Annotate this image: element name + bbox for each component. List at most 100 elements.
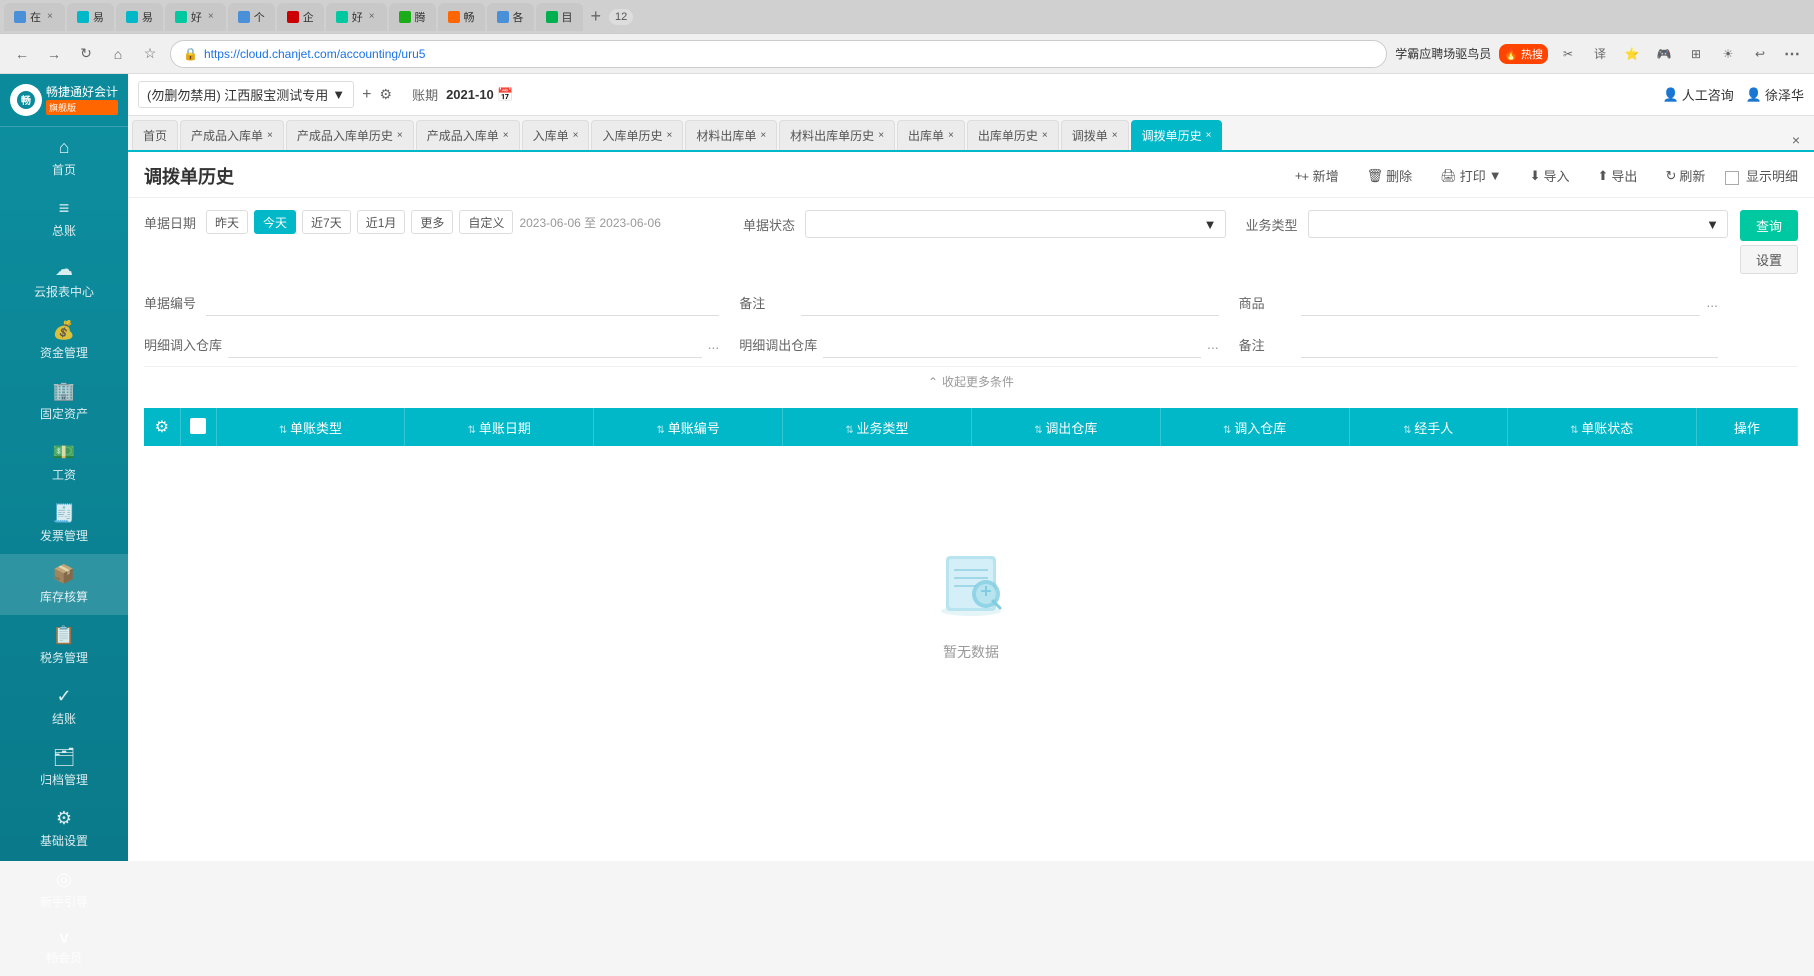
- browser-tab-10[interactable]: 各: [487, 3, 534, 31]
- support-button[interactable]: 👤 人工咨询: [1663, 85, 1734, 104]
- tab-close-icon[interactable]: ×: [367, 10, 377, 23]
- date-btn-more[interactable]: 更多: [411, 210, 453, 234]
- tab-transfer-history[interactable]: 调拨单历史 ×: [1131, 120, 1223, 150]
- add-company-icon[interactable]: +: [362, 86, 371, 104]
- undo-icon[interactable]: ↩: [1748, 42, 1772, 66]
- tab-close-icon[interactable]: ×: [666, 130, 672, 141]
- detail-in-dots-btn[interactable]: ...: [708, 336, 720, 352]
- browser-tab-1[interactable]: 在 ×: [4, 3, 65, 31]
- sidebar-item-tax[interactable]: 📋 税务管理: [0, 615, 128, 676]
- calendar-icon[interactable]: 📅: [497, 87, 513, 102]
- select-all-checkbox[interactable]: [190, 418, 206, 434]
- address-bar[interactable]: 🔒 https://cloud.chanjet.com/accounting/u…: [170, 40, 1387, 68]
- print-dropdown-icon[interactable]: ▼: [1489, 168, 1502, 183]
- tab-inventory-in-2[interactable]: 产成品入库单 ×: [416, 120, 520, 150]
- tab-close-icon[interactable]: ×: [1206, 130, 1212, 141]
- new-tab-icon[interactable]: +: [585, 6, 608, 27]
- detail-in-input[interactable]: [228, 330, 702, 358]
- sidebar-item-invoice[interactable]: 🧾 发票管理: [0, 493, 128, 554]
- tab-close-icon[interactable]: ×: [948, 130, 954, 141]
- setting-button[interactable]: 设置: [1740, 245, 1798, 274]
- th-checkbox[interactable]: [180, 408, 216, 446]
- date-btn-yesterday[interactable]: 昨天: [206, 210, 248, 234]
- th-business-type[interactable]: ⇅ 业务类型: [783, 408, 972, 446]
- th-settings[interactable]: ⚙: [144, 408, 180, 446]
- date-btn-1month[interactable]: 近1月: [357, 210, 406, 234]
- goods-dots-btn[interactable]: ...: [1706, 294, 1718, 310]
- tab-close-icon[interactable]: ×: [267, 130, 273, 141]
- tab-inbound[interactable]: 入库单 ×: [522, 120, 590, 150]
- refresh-button[interactable]: ↻ 刷新: [1657, 162, 1713, 189]
- tab-home[interactable]: 首页: [132, 120, 178, 150]
- th-handler[interactable]: ⇅ 经手人: [1349, 408, 1507, 446]
- browser-tab-6[interactable]: 企: [277, 3, 324, 31]
- tab-close-icon[interactable]: ×: [760, 130, 766, 141]
- sidebar-item-report[interactable]: ☁ 云报表中心: [0, 249, 128, 310]
- tab-close-icon[interactable]: ×: [1042, 130, 1048, 141]
- sidebar-item-close[interactable]: ✓ 结账: [0, 676, 128, 737]
- sidebar-item-guide[interactable]: ◎ 新手引导: [0, 859, 128, 920]
- translate-icon[interactable]: 译: [1588, 42, 1612, 66]
- tab-material-out[interactable]: 材料出库单 ×: [685, 120, 777, 150]
- tab-close-icon[interactable]: ×: [878, 130, 884, 141]
- sidebar-item-archive[interactable]: 🗂 归档管理: [0, 737, 128, 798]
- detail-out-dots-btn[interactable]: ...: [1207, 336, 1219, 352]
- date-btn-today[interactable]: 今天: [254, 210, 296, 234]
- collapse-button[interactable]: ⌃ 收起更多条件: [928, 373, 1014, 390]
- star-icon[interactable]: ⭐: [1620, 42, 1644, 66]
- tab-material-out-history[interactable]: 材料出库单历史 ×: [779, 120, 895, 150]
- print-button[interactable]: 🖨 打印 ▼: [1432, 162, 1509, 189]
- detail-remark-input[interactable]: [1301, 330, 1718, 358]
- sidebar-item-settings[interactable]: ⚙ 基础设置: [0, 798, 128, 859]
- browser-tab-2[interactable]: 易: [67, 3, 114, 31]
- tab-close-icon[interactable]: ×: [45, 10, 55, 23]
- browser-tab-9[interactable]: 畅: [438, 3, 485, 31]
- tab-inventory-in-history[interactable]: 产成品入库单历史 ×: [286, 120, 414, 150]
- close-all-icon[interactable]: ×: [1786, 130, 1806, 150]
- new-button[interactable]: + + 新增: [1287, 162, 1347, 189]
- status-select[interactable]: ▼: [805, 210, 1226, 238]
- th-doc-type[interactable]: ⇅ 单账类型: [216, 408, 405, 446]
- table-settings-icon[interactable]: ⚙: [155, 419, 169, 436]
- browser-tab-4[interactable]: 好 ×: [165, 3, 226, 31]
- cut-icon[interactable]: ✂: [1556, 42, 1580, 66]
- query-button[interactable]: 查询: [1740, 210, 1798, 241]
- home-button[interactable]: ⌂: [106, 42, 130, 66]
- refresh-button[interactable]: ↻: [74, 42, 98, 66]
- tab-transfer[interactable]: 调拨单 ×: [1061, 120, 1129, 150]
- remark-input[interactable]: [801, 288, 1218, 316]
- import-button[interactable]: ⬇ 导入: [1522, 162, 1578, 189]
- tab-out-history[interactable]: 出库单历史 ×: [967, 120, 1059, 150]
- back-button[interactable]: ←: [10, 42, 34, 66]
- th-doc-number[interactable]: ⇅ 单账编号: [594, 408, 783, 446]
- browser-tab-8[interactable]: 腾: [389, 3, 436, 31]
- theme-icon[interactable]: ☀: [1716, 42, 1740, 66]
- delete-button[interactable]: 🗑 删除: [1359, 162, 1421, 189]
- display-toggle[interactable]: 显示明细: [1725, 166, 1798, 185]
- business-type-select[interactable]: ▼: [1308, 210, 1729, 238]
- detail-out-input[interactable]: [823, 330, 1201, 358]
- export-button[interactable]: ⬆ 导出: [1590, 162, 1646, 189]
- browser-tab-11[interactable]: 目: [536, 3, 583, 31]
- browser-tab-7[interactable]: 好 ×: [326, 3, 387, 31]
- tab-out[interactable]: 出库单 ×: [897, 120, 965, 150]
- th-out-warehouse[interactable]: ⇅ 调出仓库: [971, 408, 1160, 446]
- forward-button[interactable]: →: [42, 42, 66, 66]
- browser-tab-5[interactable]: 个: [228, 3, 275, 31]
- bookmark-button[interactable]: ☆: [138, 42, 162, 66]
- date-btn-custom[interactable]: 自定义: [459, 210, 513, 234]
- user-profile[interactable]: 👤 徐泽华: [1746, 85, 1804, 104]
- sidebar-item-assets[interactable]: 🏢 固定资产: [0, 371, 128, 432]
- sidebar-item-salary[interactable]: 💵 工资: [0, 432, 128, 493]
- date-btn-7days[interactable]: 近7天: [302, 210, 351, 234]
- doc-number-input[interactable]: [206, 288, 719, 316]
- grid-icon[interactable]: ⊞: [1684, 42, 1708, 66]
- tab-close-icon[interactable]: ×: [206, 10, 216, 23]
- tab-inbound-history[interactable]: 入库单历史 ×: [591, 120, 683, 150]
- tab-inventory-in[interactable]: 产成品入库单 ×: [180, 120, 284, 150]
- settings-gear-icon[interactable]: ⚙: [380, 86, 393, 103]
- sidebar-item-inventory[interactable]: 📦 库存核算: [0, 554, 128, 615]
- sidebar-item-member[interactable]: V 畅会员: [0, 920, 128, 976]
- sidebar-item-ledger[interactable]: ≡ 总账: [0, 188, 128, 249]
- tab-close-icon[interactable]: ×: [573, 130, 579, 141]
